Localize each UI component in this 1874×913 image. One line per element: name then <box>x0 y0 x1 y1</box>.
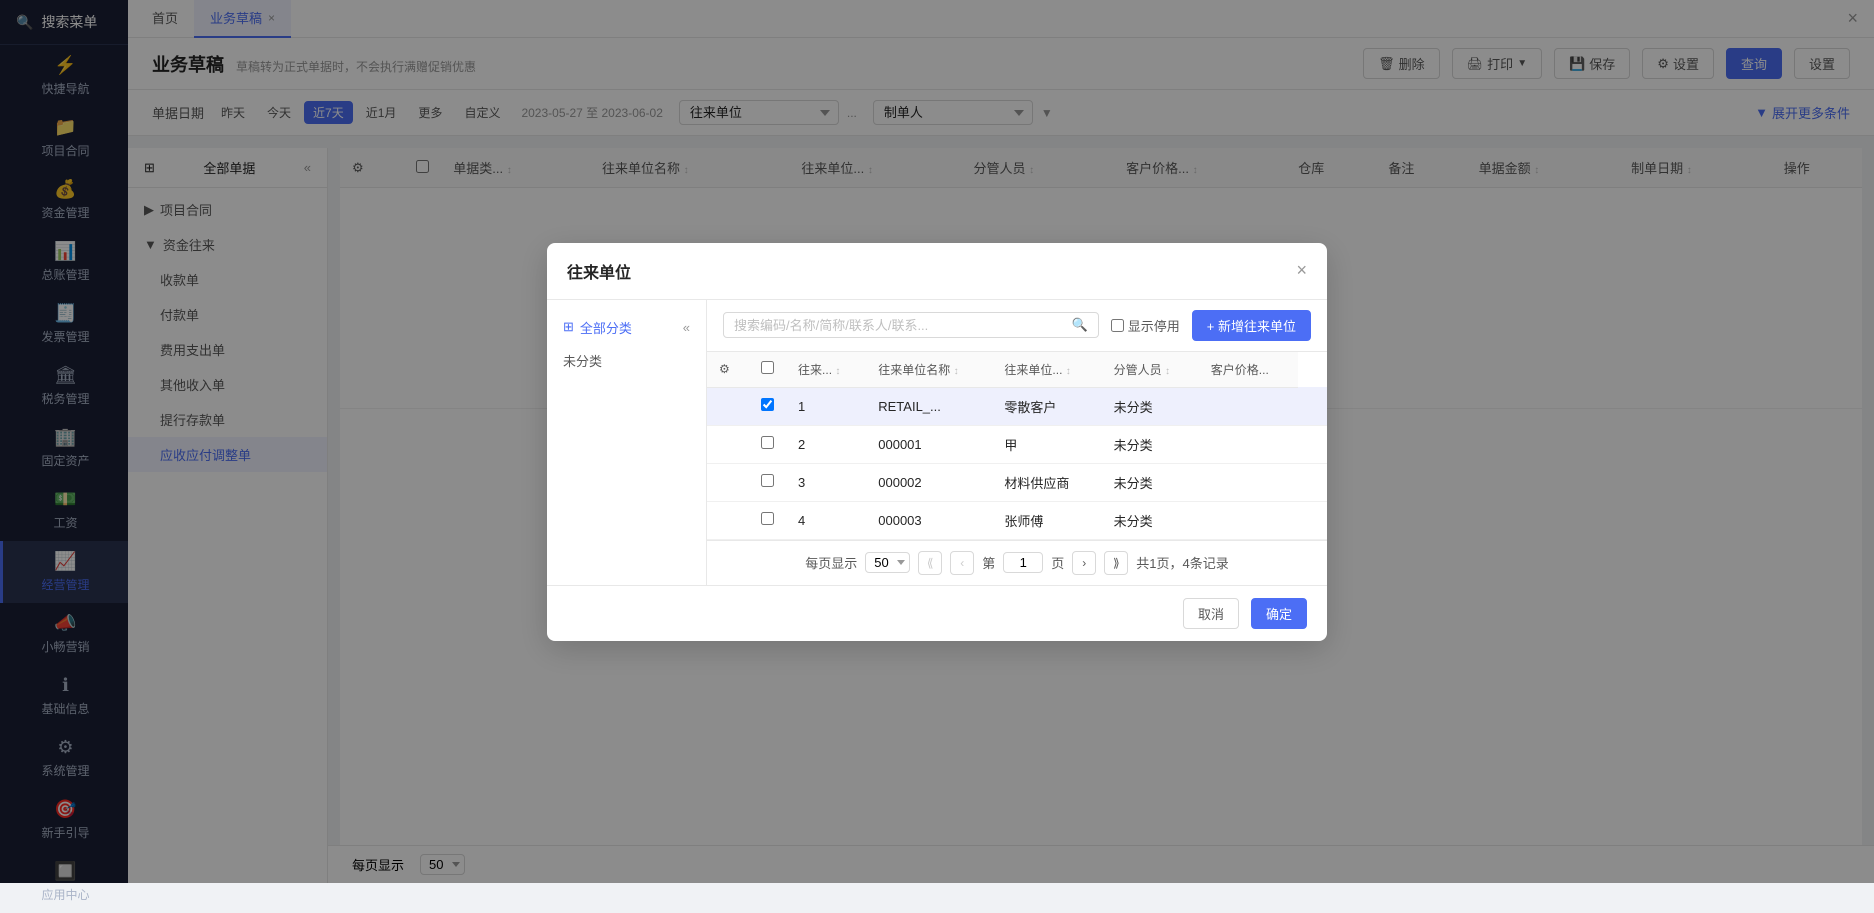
row-checkbox-cell[interactable] <box>749 463 786 501</box>
modal-col-name: 往来单位名称 ↕ <box>866 352 992 388</box>
add-counterparty-button[interactable]: + 新增往来单位 <box>1192 310 1311 341</box>
counterparty-modal: 往来单位 × ⊞ 全部分类 « 未分类 � <box>547 243 1327 641</box>
modal-all-category[interactable]: ⊞ 全部分类 « <box>547 312 706 343</box>
row-category: 未分类 <box>1102 501 1199 539</box>
sidebar-item-label: 应用中心 <box>41 886 89 903</box>
collapse-cat-icon[interactable]: « <box>683 320 690 335</box>
modal-table-area: ⚙ 往来... ↕ 往来单位名称 ↕ 往来单位... ↕ 分管人员 ↕ 客户价格… <box>707 352 1327 540</box>
show-disabled-checkbox[interactable] <box>1111 319 1124 332</box>
row-code: 000002 <box>866 463 992 501</box>
pagination-next-btn[interactable]: › <box>1072 551 1096 575</box>
modal-table-row[interactable]: 3 000002 材料供应商 未分类 <box>707 463 1327 501</box>
row-checkbox-cell[interactable] <box>749 425 786 463</box>
pagination-prev-btn[interactable]: ‹ <box>950 551 974 575</box>
row-name: 甲 <box>992 425 1101 463</box>
cancel-button[interactable]: 取消 <box>1183 598 1239 629</box>
modal-table-row[interactable]: 1 RETAIL_... 零散客户 未分类 <box>707 387 1327 425</box>
modal-right: 🔍 显示停用 + 新增往来单位 ⚙ <box>707 300 1327 585</box>
search-icon: 🔍 <box>1072 317 1088 333</box>
page-number-input[interactable] <box>1003 552 1043 573</box>
row-settings-cell <box>707 501 749 539</box>
row-number: 2 <box>786 425 866 463</box>
row-name: 零散客户 <box>992 387 1101 425</box>
page-unit: 页 <box>1051 553 1064 572</box>
uncategorized-label: 未分类 <box>563 354 602 369</box>
row-price-level <box>1298 425 1327 463</box>
row-assignee <box>1199 387 1298 425</box>
modal-col-assignee: 分管人员 ↕ <box>1102 352 1199 388</box>
row-number: 3 <box>786 463 866 501</box>
row-assignee <box>1199 463 1298 501</box>
page-label: 第 <box>982 553 995 572</box>
row-checkbox[interactable] <box>761 436 774 449</box>
modal-col-price: 客户价格... <box>1199 352 1298 388</box>
modal-table-row[interactable]: 4 000003 张师傅 未分类 <box>707 501 1327 539</box>
row-code: RETAIL_... <box>866 387 992 425</box>
pagination-last-btn[interactable]: ⟫ <box>1104 551 1128 575</box>
row-category: 未分类 <box>1102 425 1199 463</box>
row-category: 未分类 <box>1102 463 1199 501</box>
row-price-level <box>1298 387 1327 425</box>
modal-toolbar: 🔍 显示停用 + 新增往来单位 <box>707 300 1327 352</box>
row-price-level <box>1298 501 1327 539</box>
row-name: 张师傅 <box>992 501 1101 539</box>
confirm-label: 确定 <box>1266 604 1292 623</box>
per-page-label: 每页显示 <box>805 553 857 572</box>
row-category: 未分类 <box>1102 387 1199 425</box>
modal-overlay[interactable]: 往来单位 × ⊞ 全部分类 « 未分类 � <box>0 0 1874 883</box>
modal-search-input[interactable] <box>734 318 1066 333</box>
row-checkbox[interactable] <box>761 398 774 411</box>
row-assignee <box>1199 425 1298 463</box>
row-checkbox[interactable] <box>761 512 774 525</box>
modal-col-checkbox[interactable] <box>749 352 786 388</box>
row-settings-cell <box>707 425 749 463</box>
add-counterparty-label: + 新增往来单位 <box>1207 316 1296 335</box>
modal-footer: 取消 确定 <box>547 585 1327 641</box>
row-assignee <box>1199 501 1298 539</box>
row-code: 000001 <box>866 425 992 463</box>
row-name: 材料供应商 <box>992 463 1101 501</box>
total-info: 共1页，4条记录 <box>1136 553 1228 572</box>
row-number: 1 <box>786 387 866 425</box>
row-checkbox-cell[interactable] <box>749 387 786 425</box>
modal-table-row[interactable]: 2 000001 甲 未分类 <box>707 425 1327 463</box>
modal-table: ⚙ 往来... ↕ 往来单位名称 ↕ 往来单位... ↕ 分管人员 ↕ 客户价格… <box>707 352 1327 540</box>
row-price-level <box>1298 463 1327 501</box>
modal-select-all[interactable] <box>761 361 774 374</box>
row-settings-cell <box>707 463 749 501</box>
row-settings-cell <box>707 387 749 425</box>
modal-col-settings[interactable]: ⚙ <box>707 352 749 388</box>
modal-uncategorized[interactable]: 未分类 <box>547 343 706 378</box>
modal-title: 往来单位 <box>567 259 631 283</box>
grid-icon: ⊞ <box>563 319 574 335</box>
row-code: 000003 <box>866 501 992 539</box>
modal-col-category: 往来单位... ↕ <box>992 352 1101 388</box>
show-disabled-toggle[interactable]: 显示停用 <box>1111 316 1180 335</box>
modal-header: 往来单位 × <box>547 243 1327 300</box>
modal-close-icon[interactable]: × <box>1296 260 1307 281</box>
modal-search-box[interactable]: 🔍 <box>723 312 1099 338</box>
modal-col-code: 往来... ↕ <box>786 352 866 388</box>
all-category-label: 全部分类 <box>580 318 632 337</box>
modal-categories: ⊞ 全部分类 « 未分类 <box>547 300 707 585</box>
modal-pagination: 每页显示 50 ⟪ ‹ 第 页 › ⟫ 共1页，4条记录 <box>707 540 1327 585</box>
pagination-first-btn[interactable]: ⟪ <box>918 551 942 575</box>
confirm-button[interactable]: 确定 <box>1251 598 1307 629</box>
row-number: 4 <box>786 501 866 539</box>
row-checkbox[interactable] <box>761 474 774 487</box>
cancel-label: 取消 <box>1198 604 1224 623</box>
show-disabled-label: 显示停用 <box>1128 316 1180 335</box>
row-checkbox-cell[interactable] <box>749 501 786 539</box>
modal-per-page-select[interactable]: 50 <box>865 552 910 573</box>
modal-body: ⊞ 全部分类 « 未分类 🔍 显示停用 <box>547 300 1327 585</box>
